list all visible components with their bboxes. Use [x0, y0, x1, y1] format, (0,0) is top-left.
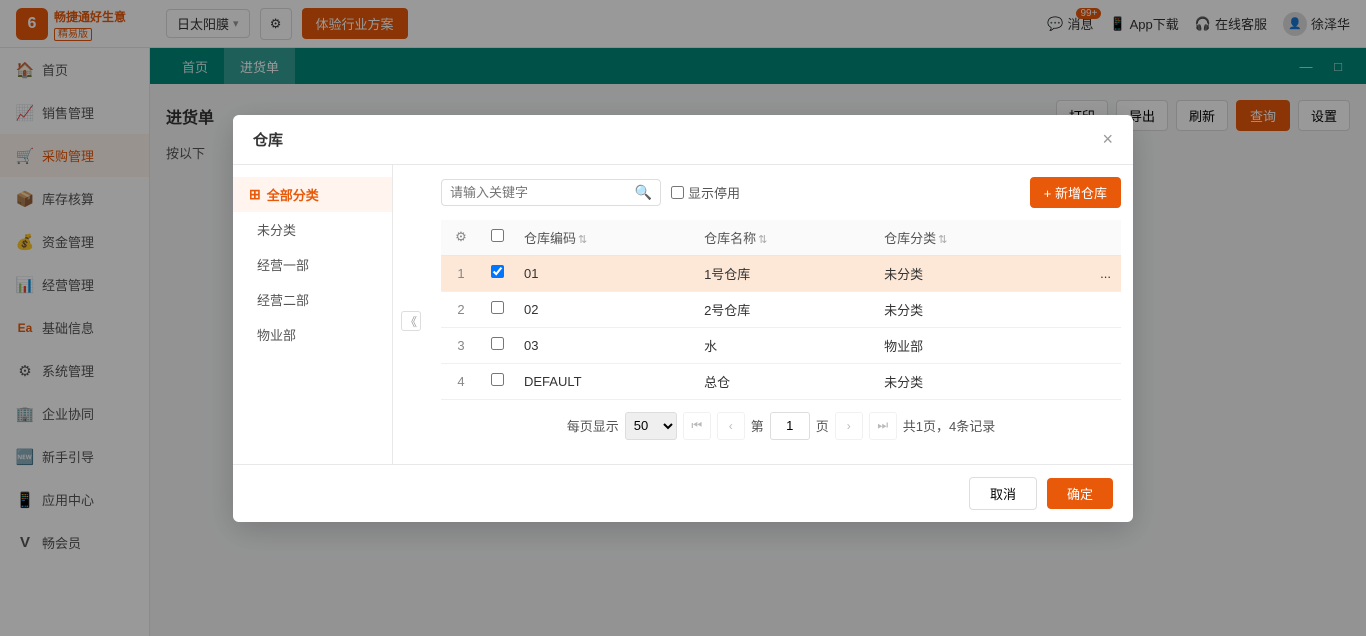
table-row[interactable]: 3 03 水 物业部	[441, 327, 1121, 363]
pagination: 每页显示 102050100 ⏮ ‹ 第 页 › ⏭ 共1页，4条记录	[441, 400, 1121, 452]
show-disabled-label: 显示停用	[688, 183, 740, 202]
row-num: 1	[441, 255, 481, 291]
table-head: ⚙ 仓库编码⇅ 仓库名称⇅	[441, 220, 1121, 256]
col-num: ⚙	[441, 220, 481, 256]
row-name: 总仓	[694, 363, 874, 399]
modal-header: 仓库 ×	[233, 115, 1133, 165]
search-box: 🔍	[441, 179, 661, 206]
row-category: 物业部	[874, 327, 1054, 363]
page-input[interactable]	[770, 412, 810, 440]
row-actions	[1054, 291, 1121, 327]
modal-body: ⊞ 全部分类 未分类 经营一部 经营二部 物业部 《 🔍	[233, 165, 1133, 464]
sort-icon-name: ⇅	[758, 234, 767, 246]
col-name-header: 仓库名称⇅	[694, 220, 874, 256]
row-checkbox[interactable]	[491, 265, 504, 278]
all-category-label: 全部分类	[267, 185, 319, 204]
show-disabled-checkbox-label[interactable]: 显示停用	[671, 183, 740, 202]
grid-icon: ⊞	[249, 186, 261, 203]
confirm-button[interactable]: 确定	[1047, 478, 1113, 509]
collapse-area: 《	[393, 165, 429, 464]
next-page-button[interactable]: ›	[835, 412, 863, 440]
total-label: 共1页，4条记录	[903, 416, 995, 435]
row-code: 03	[514, 327, 694, 363]
category-ops1[interactable]: 经营一部	[233, 247, 392, 282]
per-page-select[interactable]: 102050100	[625, 412, 677, 440]
search-icon: 🔍	[635, 184, 652, 201]
row-checkbox-cell[interactable]	[481, 363, 514, 399]
first-page-button[interactable]: ⏮	[683, 412, 711, 440]
row-actions: ...	[1054, 255, 1121, 291]
row-checkbox-cell[interactable]	[481, 255, 514, 291]
col-actions-header	[1054, 220, 1121, 256]
row-category: 未分类	[874, 255, 1054, 291]
col-code-header: 仓库编码⇅	[514, 220, 694, 256]
row-actions	[1054, 363, 1121, 399]
category-ops2[interactable]: 经营二部	[233, 282, 392, 317]
row-num: 2	[441, 291, 481, 327]
page-end-label: 页	[816, 416, 829, 435]
prev-page-button[interactable]: ‹	[717, 412, 745, 440]
sort-icon-code: ⇅	[578, 234, 587, 246]
modal-main-panel: 🔍 显示停用 + 新增仓库 ⚙	[429, 165, 1133, 464]
row-checkbox[interactable]	[491, 373, 504, 386]
show-disabled-checkbox[interactable]	[671, 186, 684, 199]
col-category-header: 仓库分类⇅	[874, 220, 1054, 256]
search-input[interactable]	[450, 185, 635, 200]
per-page-label: 每页显示	[567, 416, 619, 435]
table-row[interactable]: 2 02 2号仓库 未分类	[441, 291, 1121, 327]
row-name: 2号仓库	[694, 291, 874, 327]
sort-icon-category: ⇅	[938, 234, 947, 246]
modal-close-button[interactable]: ×	[1102, 130, 1113, 148]
row-code: 01	[514, 255, 694, 291]
row-num: 3	[441, 327, 481, 363]
modal-overlay[interactable]: 仓库 × ⊞ 全部分类 未分类 经营一部 经营二部 物业部 《	[0, 0, 1366, 636]
table-container: ⚙ 仓库编码⇅ 仓库名称⇅	[441, 220, 1121, 400]
row-category: 未分类	[874, 363, 1054, 399]
table-row[interactable]: 4 DEFAULT 总仓 未分类	[441, 363, 1121, 399]
collapse-button[interactable]: 《	[401, 311, 421, 331]
row-category: 未分类	[874, 291, 1054, 327]
row-name: 水	[694, 327, 874, 363]
cancel-button[interactable]: 取消	[969, 477, 1037, 510]
warehouse-modal: 仓库 × ⊞ 全部分类 未分类 经营一部 经营二部 物业部 《	[233, 115, 1133, 522]
row-checkbox-cell[interactable]	[481, 327, 514, 363]
warehouse-table: ⚙ 仓库编码⇅ 仓库名称⇅	[441, 220, 1121, 400]
settings-col-icon: ⚙	[455, 229, 467, 244]
row-name: 1号仓库	[694, 255, 874, 291]
page-label: 第	[751, 416, 764, 435]
new-warehouse-button[interactable]: + 新增仓库	[1030, 177, 1121, 208]
last-page-button[interactable]: ⏭	[869, 412, 897, 440]
row-checkbox-cell[interactable]	[481, 291, 514, 327]
row-checkbox[interactable]	[491, 301, 504, 314]
modal-footer: 取消 确定	[233, 464, 1133, 522]
category-unclassified[interactable]: 未分类	[233, 212, 392, 247]
category-property[interactable]: 物业部	[233, 317, 392, 352]
col-checkbox	[481, 220, 514, 256]
row-num: 4	[441, 363, 481, 399]
modal-toolbar: 🔍 显示停用 + 新增仓库	[441, 177, 1121, 208]
row-actions	[1054, 327, 1121, 363]
category-sidebar: ⊞ 全部分类 未分类 经营一部 经营二部 物业部	[233, 165, 393, 464]
row-code: DEFAULT	[514, 363, 694, 399]
table-row[interactable]: 1 01 1号仓库 未分类 ...	[441, 255, 1121, 291]
table-body: 1 01 1号仓库 未分类 ... 2 02 2号仓库 未分类 3 03 水 物…	[441, 255, 1121, 399]
row-code: 02	[514, 291, 694, 327]
all-category[interactable]: ⊞ 全部分类	[233, 177, 392, 212]
row-checkbox[interactable]	[491, 337, 504, 350]
select-all-checkbox[interactable]	[491, 229, 504, 242]
modal-title: 仓库	[253, 129, 283, 150]
